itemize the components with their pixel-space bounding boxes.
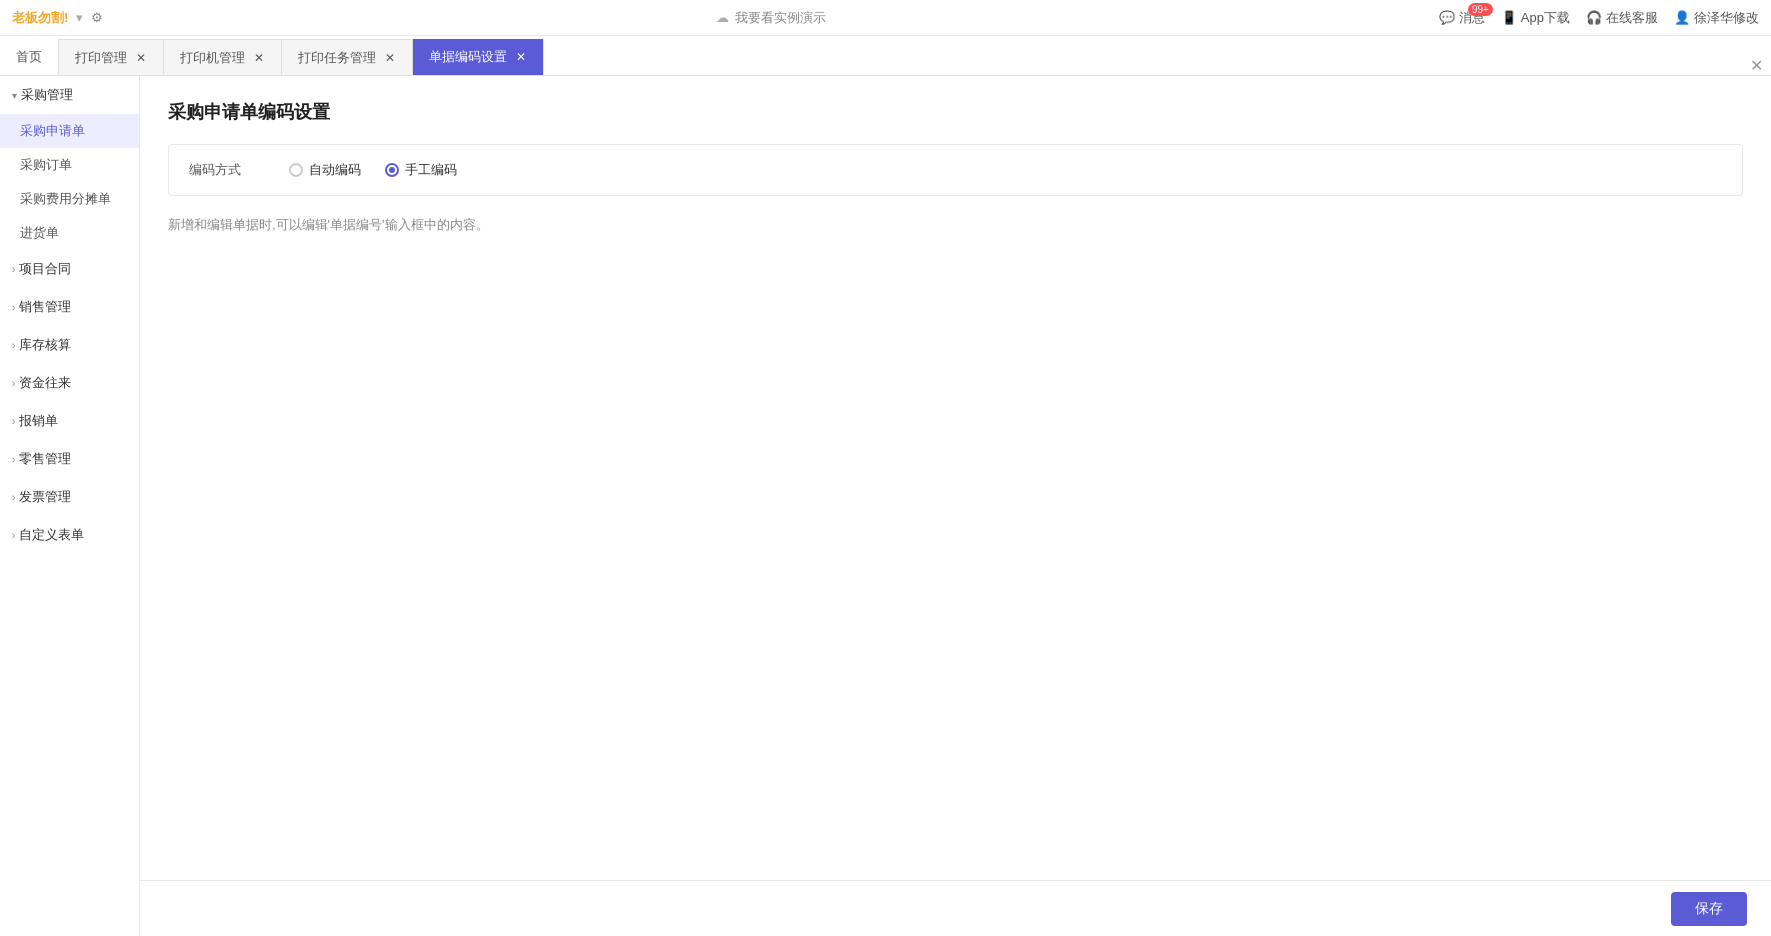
- tab-home[interactable]: 首页: [0, 39, 59, 75]
- sidebar-group-inventory-label: 库存核算: [19, 336, 71, 354]
- tab-print-task-label: 打印任务管理: [298, 49, 376, 67]
- tab-doc-code-settings-close[interactable]: ✕: [515, 50, 527, 64]
- sidebar-group-custom-form[interactable]: › 自定义表单: [0, 516, 139, 554]
- radio-group: 自动编码 手工编码: [289, 161, 457, 179]
- radio-manual-code-circle: [385, 163, 399, 177]
- notification-badge: 99+: [1468, 3, 1493, 16]
- demo-link[interactable]: 我要看实例演示: [735, 9, 826, 27]
- sidebar-group-finance-label: 资金往来: [19, 374, 71, 392]
- chevron-right-icon-6: ›: [12, 454, 15, 465]
- encoding-section: 编码方式 自动编码 手工编码: [168, 144, 1743, 196]
- username-label: 徐泽华修改: [1694, 9, 1759, 27]
- content-area: 采购申请单编码设置 编码方式 自动编码 手工编码: [140, 76, 1771, 936]
- online-service-label: 在线客服: [1606, 9, 1658, 27]
- chevron-right-icon-2: ›: [12, 302, 15, 313]
- sidebar-group-sales-mgmt[interactable]: › 销售管理: [0, 288, 139, 326]
- tab-bar: 首页 打印管理 ✕ 打印机管理 ✕ 打印任务管理 ✕ 单据编码设置 ✕ ✕: [0, 36, 1771, 76]
- chevron-right-icon-4: ›: [12, 378, 15, 389]
- sidebar-group-invoice-label: 发票管理: [19, 488, 71, 506]
- app-icon: 📱: [1501, 10, 1517, 25]
- tab-printer-mgmt-label: 打印机管理: [180, 49, 245, 67]
- sidebar-group-retail-label: 零售管理: [19, 450, 71, 468]
- chevron-right-icon-8: ›: [12, 530, 15, 541]
- encoding-row: 编码方式 自动编码 手工编码: [189, 161, 1722, 179]
- sidebar-item-purchase-request-label: 采购申请单: [20, 123, 85, 138]
- page-title: 采购申请单编码设置: [168, 100, 1743, 124]
- chevron-right-icon-3: ›: [12, 340, 15, 351]
- tab-print-task[interactable]: 打印任务管理 ✕: [282, 39, 413, 75]
- tab-printer-mgmt[interactable]: 打印机管理 ✕: [164, 39, 282, 75]
- sidebar-group-procurement-label: 采购管理: [21, 86, 73, 104]
- tab-bar-close-all[interactable]: ✕: [1750, 56, 1763, 75]
- cloud-icon: ☁: [716, 10, 729, 25]
- bottom-bar: 保存: [140, 880, 1771, 936]
- radio-manual-code-label: 手工编码: [405, 161, 457, 179]
- sidebar-group-invoice[interactable]: › 发票管理: [0, 478, 139, 516]
- tab-home-label: 首页: [16, 48, 42, 66]
- service-icon: 🎧: [1586, 10, 1602, 25]
- sidebar-group-reimbursement-label: 报销单: [19, 412, 58, 430]
- main-layout: ▾ 采购管理 采购申请单 采购订单 采购费用分摊单 进货单 › 项目合同 › 销…: [0, 76, 1771, 936]
- sidebar-group-custom-form-label: 自定义表单: [19, 526, 84, 544]
- logo-text: 老板勿割!: [12, 9, 68, 27]
- sidebar-group-reimbursement[interactable]: › 报销单: [0, 402, 139, 440]
- sidebar-group-finance[interactable]: › 资金往来: [0, 364, 139, 402]
- sidebar-group-project-contract-label: 项目合同: [19, 260, 71, 278]
- sidebar-item-purchase-expense[interactable]: 采购费用分摊单: [0, 182, 139, 216]
- content-inner: 采购申请单编码设置 编码方式 自动编码 手工编码: [140, 76, 1771, 880]
- sidebar-item-receipt[interactable]: 进货单: [0, 216, 139, 250]
- user-icon: 👤: [1674, 10, 1690, 25]
- chevron-right-icon-5: ›: [12, 416, 15, 427]
- sidebar-item-purchase-expense-label: 采购费用分摊单: [20, 191, 111, 206]
- dropdown-icon[interactable]: ▾: [76, 10, 83, 25]
- sidebar-group-retail[interactable]: › 零售管理: [0, 440, 139, 478]
- sidebar-group-procurement[interactable]: ▾ 采购管理: [0, 76, 139, 114]
- radio-auto-code-label: 自动编码: [309, 161, 361, 179]
- chevron-right-icon-7: ›: [12, 492, 15, 503]
- sidebar-item-purchase-request[interactable]: 采购申请单: [0, 114, 139, 148]
- sidebar-item-purchase-order-label: 采购订单: [20, 157, 72, 172]
- chevron-down-icon: ▾: [12, 90, 17, 101]
- sidebar-group-sales-mgmt-label: 销售管理: [19, 298, 71, 316]
- radio-auto-code[interactable]: 自动编码: [289, 161, 361, 179]
- notification-button[interactable]: 💬 消息 99+: [1439, 9, 1485, 27]
- online-service-button[interactable]: 🎧 在线客服: [1586, 9, 1658, 27]
- app-download-button[interactable]: 📱 App下载: [1501, 9, 1570, 27]
- radio-manual-code[interactable]: 手工编码: [385, 161, 457, 179]
- chevron-right-icon: ›: [12, 264, 15, 275]
- settings-icon[interactable]: ⚙: [91, 10, 103, 25]
- top-bar-center: ☁ 我要看实例演示: [716, 9, 826, 27]
- tab-print-mgmt[interactable]: 打印管理 ✕: [59, 39, 164, 75]
- chat-icon: 💬: [1439, 10, 1455, 25]
- sidebar: ▾ 采购管理 采购申请单 采购订单 采购费用分摊单 进货单 › 项目合同 › 销…: [0, 76, 140, 936]
- top-bar: 老板勿割! ▾ ⚙ ☁ 我要看实例演示 💬 消息 99+ 📱 App下载 🎧 在…: [0, 0, 1771, 36]
- sidebar-group-inventory[interactable]: › 库存核算: [0, 326, 139, 364]
- tab-doc-code-settings[interactable]: 单据编码设置 ✕: [413, 39, 544, 75]
- app-download-label: App下载: [1521, 9, 1570, 27]
- top-bar-left: 老板勿割! ▾ ⚙: [12, 9, 103, 27]
- user-profile-button[interactable]: 👤 徐泽华修改: [1674, 9, 1759, 27]
- tab-doc-code-settings-label: 单据编码设置: [429, 48, 507, 66]
- sidebar-item-receipt-label: 进货单: [20, 225, 59, 240]
- save-button[interactable]: 保存: [1671, 892, 1747, 926]
- encoding-label: 编码方式: [189, 161, 249, 179]
- tab-printer-mgmt-close[interactable]: ✕: [253, 51, 265, 65]
- tab-print-mgmt-close[interactable]: ✕: [135, 51, 147, 65]
- sidebar-item-purchase-order[interactable]: 采购订单: [0, 148, 139, 182]
- tab-print-mgmt-label: 打印管理: [75, 49, 127, 67]
- top-bar-right: 💬 消息 99+ 📱 App下载 🎧 在线客服 👤 徐泽华修改: [1439, 9, 1759, 27]
- radio-auto-code-circle: [289, 163, 303, 177]
- description-text: 新增和编辑单据时,可以编辑'单据编号'输入框中的内容。: [168, 216, 1743, 234]
- sidebar-group-project-contract[interactable]: › 项目合同: [0, 250, 139, 288]
- tab-print-task-close[interactable]: ✕: [384, 51, 396, 65]
